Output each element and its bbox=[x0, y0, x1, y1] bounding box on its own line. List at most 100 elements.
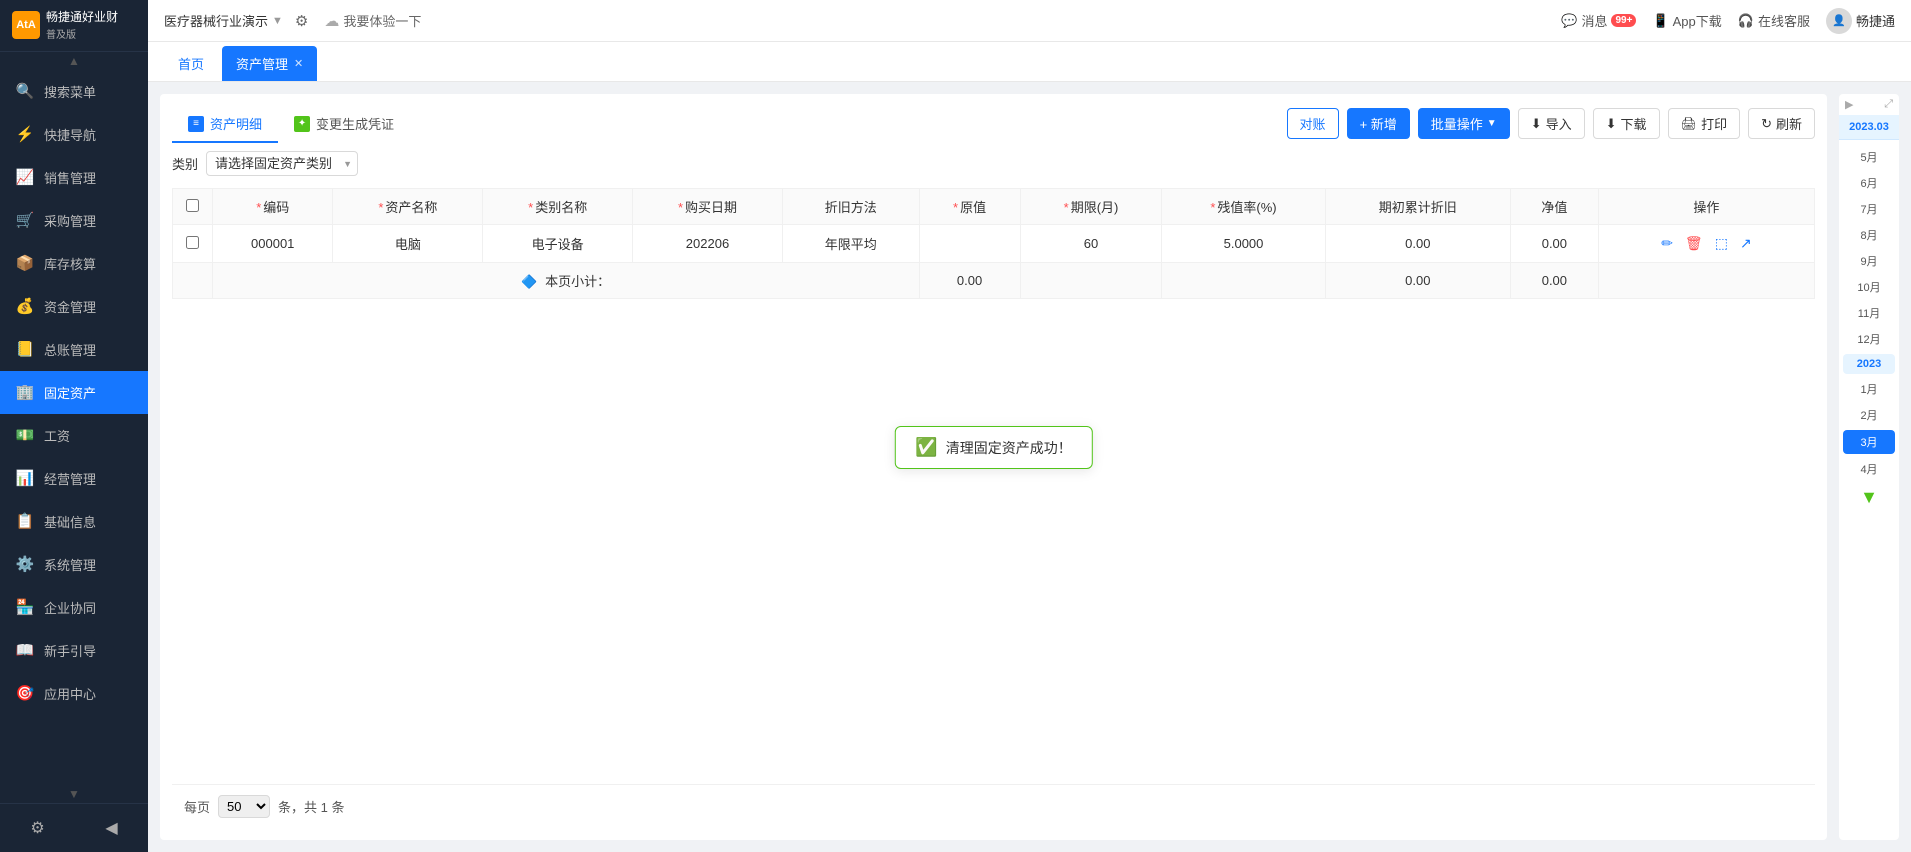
timeline-current: 2023.03 bbox=[1839, 115, 1899, 140]
timeline: 5月 6月 7月 8月 9月 10月 11月 12月 2023 1月 2月 3月… bbox=[1839, 140, 1899, 840]
sidebar-scroll-up[interactable]: ▲ bbox=[0, 52, 148, 70]
timeline-month-4[interactable]: 4月 bbox=[1839, 456, 1899, 482]
sidebar-item-sales[interactable]: 📈 销售管理 bbox=[0, 156, 148, 199]
timeline-down-btn[interactable]: ▼ bbox=[1839, 482, 1899, 513]
row-residual-rate: 5.0000 bbox=[1162, 225, 1325, 263]
timeline-month-5[interactable]: 5月 bbox=[1839, 144, 1899, 170]
topbar-gear-icon[interactable]: ⚙ bbox=[295, 12, 308, 30]
category-select-wrapper: 请选择固定资产类别 bbox=[206, 151, 358, 176]
category-select[interactable]: 请选择固定资产类别 bbox=[206, 151, 358, 176]
timeline-month-9[interactable]: 9月 bbox=[1839, 248, 1899, 274]
asset-table-wrap: *编码 *资产名称 *类别名称 *购买日期 折旧方法 *原值 *期限(月) *残… bbox=[172, 188, 1815, 784]
sidebar-item-operations[interactable]: 📊 经营管理 bbox=[0, 457, 148, 500]
timeline-month-6[interactable]: 6月 bbox=[1839, 170, 1899, 196]
topbar: 医疗器械行业演示 ▼ ⚙ ☁ 我要体验一下 💬 消息 99+ 📱 App下载 🎧… bbox=[148, 0, 1911, 42]
timeline-expand-icon[interactable]: ⤢ bbox=[1884, 98, 1893, 111]
subtotal-actions bbox=[1598, 263, 1814, 299]
new-button[interactable]: + 新增 bbox=[1347, 108, 1410, 139]
asset-detail-icon: ≡ bbox=[188, 116, 204, 132]
row-name: 电脑 bbox=[333, 225, 483, 263]
right-panel: ▶ ⤢ 2023.03 5月 6月 7月 8月 9月 10月 11月 12月 2… bbox=[1839, 94, 1899, 840]
row-checkbox-cell bbox=[173, 225, 213, 263]
row-checkbox[interactable] bbox=[186, 236, 199, 249]
timeline-month-12[interactable]: 12月 bbox=[1839, 326, 1899, 352]
app-center-icon: 🎯 bbox=[16, 684, 34, 702]
category-label: 类别 bbox=[172, 154, 198, 173]
per-page-select[interactable]: 50 10 20 100 bbox=[218, 795, 270, 818]
timeline-year-2023[interactable]: 2023 bbox=[1843, 354, 1895, 374]
subtotal-net-value: 0.00 bbox=[1510, 263, 1598, 299]
tab-home[interactable]: 首页 bbox=[164, 46, 218, 81]
refresh-button[interactable]: ↻ 刷新 bbox=[1748, 108, 1815, 139]
sidebar-item-app-center[interactable]: 🎯 应用中心 bbox=[0, 672, 148, 715]
sidebar-bottom: ⚙ ◀ bbox=[0, 803, 148, 852]
sidebar-item-purchase[interactable]: 🛒 采购管理 bbox=[0, 199, 148, 242]
table-header-row: *编码 *资产名称 *类别名称 *购买日期 折旧方法 *原值 *期限(月) *残… bbox=[173, 189, 1815, 225]
logo-icon: AtA bbox=[12, 11, 40, 39]
sidebar-item-newbie[interactable]: 📖 新手引导 bbox=[0, 629, 148, 672]
experience-label: ☁ 我要体验一下 bbox=[324, 11, 421, 30]
delete-button[interactable]: 🗑 bbox=[1683, 233, 1705, 254]
sidebar-item-ledger[interactable]: 📒 总账管理 bbox=[0, 328, 148, 371]
collapse-button[interactable]: ◀ bbox=[97, 814, 125, 842]
th-original-value: *原值 bbox=[919, 189, 1020, 225]
th-residual-rate: *残值率(%) bbox=[1162, 189, 1325, 225]
edit-button[interactable]: ✏ bbox=[1659, 233, 1675, 254]
th-actions: 操作 bbox=[1598, 189, 1814, 225]
newbie-icon: 📖 bbox=[16, 641, 34, 659]
th-period: *期限(月) bbox=[1020, 189, 1162, 225]
subtab-change-voucher[interactable]: ✦ 变更生成凭证 bbox=[278, 106, 410, 143]
copy-button[interactable]: ⬚ bbox=[1713, 233, 1730, 254]
operations-icon: 📊 bbox=[16, 469, 34, 487]
sidebar-nav: 🔍 搜索菜单 ⚡ 快捷导航 📈 销售管理 🛒 采购管理 📦 库存核算 💰 资金管… bbox=[0, 70, 148, 785]
batch-ops-button[interactable]: 批量操作 ▼ bbox=[1418, 108, 1510, 139]
user-info[interactable]: 👤 畅捷通 bbox=[1826, 8, 1895, 34]
app-download-button[interactable]: 📱 App下载 bbox=[1652, 11, 1721, 30]
reconcile-button[interactable]: 对账 bbox=[1287, 108, 1339, 139]
sidebar-scroll-down[interactable]: ▼ bbox=[0, 785, 148, 803]
timeline-month-3-active[interactable]: 3月 bbox=[1843, 430, 1895, 454]
timeline-month-10[interactable]: 10月 bbox=[1839, 274, 1899, 300]
sidebar-item-payroll[interactable]: 💵 工资 bbox=[0, 414, 148, 457]
timeline-month-1[interactable]: 1月 bbox=[1839, 376, 1899, 402]
more-button[interactable]: ↗ bbox=[1738, 233, 1754, 254]
subtotal-residual bbox=[1162, 263, 1325, 299]
inventory-icon: 📦 bbox=[16, 254, 34, 272]
headset-icon: 🎧 bbox=[1738, 13, 1754, 29]
download-button[interactable]: ⬇ 下载 bbox=[1593, 108, 1660, 139]
timeline-month-8[interactable]: 8月 bbox=[1839, 222, 1899, 248]
subtotal-initial-dep: 0.00 bbox=[1325, 263, 1510, 299]
th-name: *资产名称 bbox=[333, 189, 483, 225]
row-code: 000001 bbox=[213, 225, 333, 263]
sidebar-item-search[interactable]: 🔍 搜索菜单 bbox=[0, 70, 148, 113]
sidebar-item-quick-nav[interactable]: ⚡ 快捷导航 bbox=[0, 113, 148, 156]
timeline-collapse-icon[interactable]: ▶ bbox=[1845, 98, 1853, 111]
fixed-assets-icon: 🏢 bbox=[16, 383, 34, 401]
online-service-button[interactable]: 🎧 在线客服 bbox=[1738, 11, 1810, 30]
sidebar-item-inventory[interactable]: 📦 库存核算 bbox=[0, 242, 148, 285]
sidebar-item-enterprise[interactable]: 🏪 企业协同 bbox=[0, 586, 148, 629]
timeline-month-7[interactable]: 7月 bbox=[1839, 196, 1899, 222]
sidebar-item-system[interactable]: ⚙️ 系统管理 bbox=[0, 543, 148, 586]
enterprise-icon: 🏪 bbox=[16, 598, 34, 616]
message-button[interactable]: 💬 消息 99+ bbox=[1561, 11, 1636, 30]
total-label: 条，共 1 条 bbox=[278, 797, 344, 816]
select-all-checkbox[interactable] bbox=[186, 199, 199, 212]
print-button[interactable]: 🖨 打印 bbox=[1668, 108, 1741, 139]
th-category: *类别名称 bbox=[483, 189, 633, 225]
sidebar-item-base-info[interactable]: 📋 基础信息 bbox=[0, 500, 148, 543]
import-icon: ⬇ bbox=[1531, 116, 1542, 132]
timeline-month-11[interactable]: 11月 bbox=[1839, 300, 1899, 326]
tab-close-icon[interactable]: ✕ bbox=[294, 57, 303, 70]
settings-button[interactable]: ⚙ bbox=[22, 814, 52, 842]
sidebar-item-funds[interactable]: 💰 资金管理 bbox=[0, 285, 148, 328]
system-icon: ⚙️ bbox=[16, 555, 34, 573]
timeline-month-2[interactable]: 2月 bbox=[1839, 402, 1899, 428]
subtab-asset-detail[interactable]: ≡ 资产明细 bbox=[172, 106, 278, 143]
subtotal-original-value: 0.00 bbox=[919, 263, 1020, 299]
sidebar-item-fixed-assets[interactable]: 🏢 固定资产 bbox=[0, 371, 148, 414]
import-button[interactable]: ⬇ 导入 bbox=[1518, 108, 1585, 139]
subtotal-checkbox bbox=[173, 263, 213, 299]
content-area: ≡ 资产明细 ✦ 变更生成凭证 对账 + 新增 批量操作 ▼ bbox=[148, 82, 1911, 852]
tab-asset-mgmt[interactable]: 资产管理 ✕ bbox=[222, 46, 317, 81]
